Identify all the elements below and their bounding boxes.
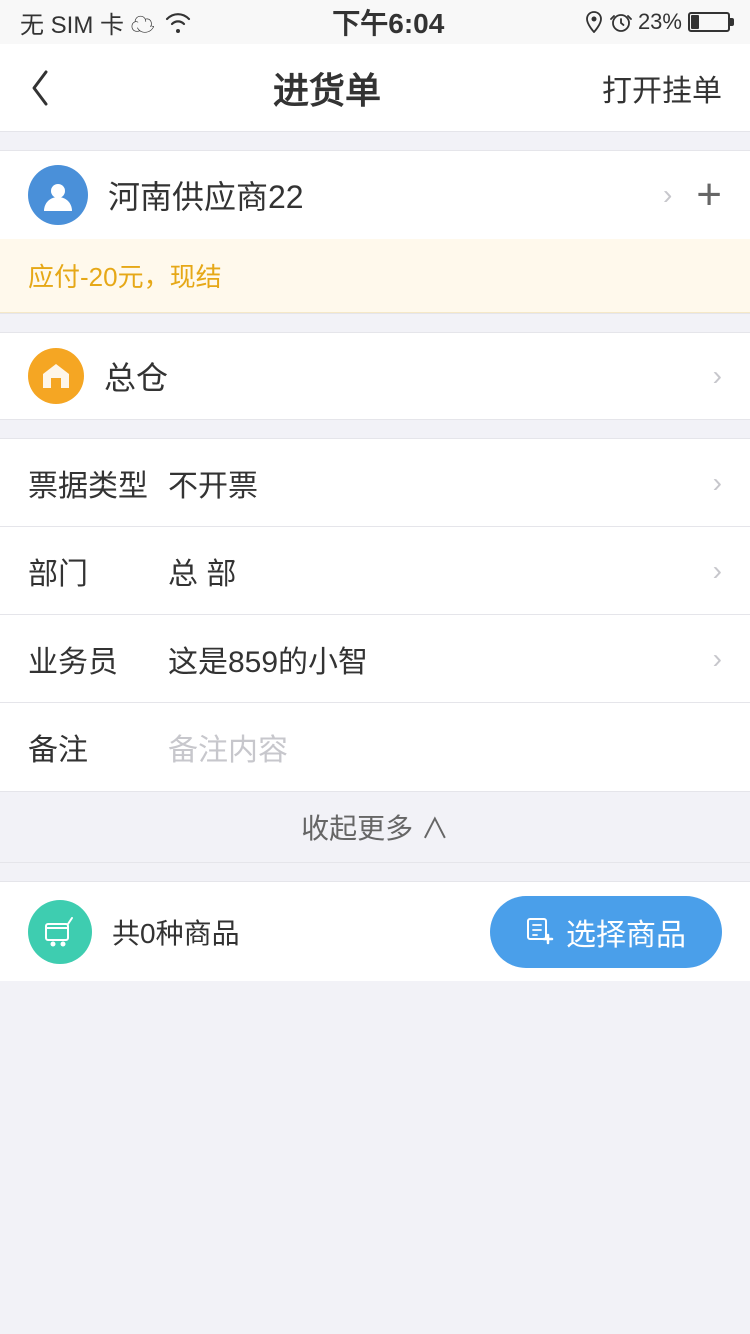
- notice-banner: 应付-20元，现结: [0, 239, 750, 313]
- select-product-button[interactable]: 选择商品: [490, 896, 722, 968]
- remark-row[interactable]: 备注 备注内容: [0, 703, 750, 791]
- remark-input[interactable]: 备注内容: [168, 725, 722, 769]
- warehouse-name: 总仓: [104, 353, 713, 399]
- bottom-bar: 共0种商品 选择商品: [0, 881, 750, 981]
- status-time: 下午6:04: [332, 2, 444, 42]
- cart-icon-wrap: [28, 900, 92, 964]
- salesman-arrow-icon: ›: [713, 643, 722, 675]
- wifi-icon: [163, 11, 193, 33]
- add-supplier-button[interactable]: +: [696, 170, 722, 220]
- collapse-label: 收起更多 ∧: [301, 807, 449, 847]
- select-product-label: 选择商品: [566, 910, 686, 954]
- warehouse-row[interactable]: 总仓 ›: [0, 332, 750, 420]
- select-product-icon: [526, 917, 556, 947]
- battery-icon: [688, 12, 730, 32]
- alarm-icon: [610, 11, 632, 33]
- salesman-row[interactable]: 业务员 这是859的小智 ›: [0, 615, 750, 703]
- remark-label: 备注: [28, 725, 168, 769]
- department-label: 部门: [28, 549, 168, 593]
- collapse-toggle[interactable]: 收起更多 ∧: [0, 791, 750, 863]
- supplier-name: 河南供应商22: [108, 172, 663, 218]
- status-right: 23%: [584, 9, 730, 35]
- product-count: 共0种商品: [112, 912, 470, 952]
- invoice-value: 不开票: [168, 461, 703, 505]
- invoice-label: 票据类型: [28, 461, 168, 505]
- supplier-row[interactable]: 河南供应商22 › +: [0, 151, 750, 239]
- salesman-label: 业务员: [28, 637, 168, 681]
- open-pending-button[interactable]: 打开挂单: [602, 66, 722, 110]
- warehouse-icon: [28, 348, 84, 404]
- page-title: 进货单: [273, 62, 381, 114]
- invoice-type-row[interactable]: 票据类型 不开票 ›: [0, 439, 750, 527]
- battery-percent: 23%: [638, 9, 682, 35]
- signal-text: 无 SIM 卡 ☁: [20, 5, 155, 40]
- page-background: [0, 981, 750, 1281]
- supplier-avatar: [28, 165, 88, 225]
- back-button[interactable]: [28, 68, 52, 108]
- nav-bar: 进货单 打开挂单: [0, 44, 750, 132]
- department-row[interactable]: 部门 总 部 ›: [0, 527, 750, 615]
- section-gap-1: [0, 132, 750, 150]
- salesman-value: 这是859的小智: [168, 637, 703, 681]
- cart-icon: [42, 914, 78, 950]
- department-value: 总 部: [168, 549, 703, 593]
- warehouse-arrow-icon: ›: [713, 360, 722, 392]
- form-section: 票据类型 不开票 › 部门 总 部 › 业务员 这是859的小智 › 备注 备注…: [0, 438, 750, 791]
- invoice-arrow-icon: ›: [713, 467, 722, 499]
- supplier-arrow-icon: ›: [663, 179, 672, 211]
- status-bar: 无 SIM 卡 ☁ 下午6:04 23%: [0, 0, 750, 44]
- supplier-section: 河南供应商22 › + 应付-20元，现结: [0, 150, 750, 314]
- department-arrow-icon: ›: [713, 555, 722, 587]
- location-icon: [584, 11, 604, 33]
- status-left: 无 SIM 卡 ☁: [20, 5, 193, 40]
